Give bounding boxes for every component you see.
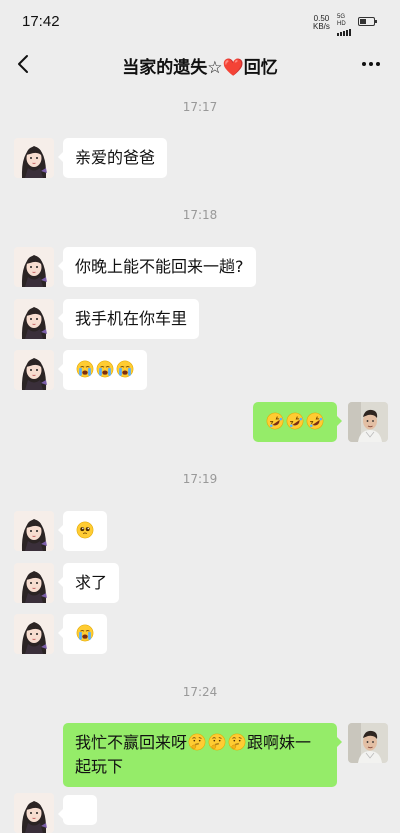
message-bubble[interactable]: 你晚上能不能回来一趟?: [58, 247, 256, 287]
message-bubble[interactable]: [58, 511, 107, 551]
pleading-face-icon: [76, 521, 94, 539]
message-bubble[interactable]: [253, 402, 342, 442]
signal-icon: 5G HD: [337, 14, 355, 36]
avatar[interactable]: [14, 511, 54, 551]
message-text: 跟啊妹一: [247, 733, 312, 752]
message-bubble[interactable]: 求了: [57, 563, 120, 603]
avatar[interactable]: [14, 247, 54, 287]
message-bubble[interactable]: [58, 350, 147, 390]
avatar[interactable]: [14, 614, 54, 654]
avatar[interactable]: [14, 299, 54, 339]
message-bubble[interactable]: 我忙不赢回来呀 跟啊妹一起玩下: [63, 723, 342, 787]
avatar[interactable]: [14, 138, 54, 178]
network-speed: 0.50 KB/s: [313, 15, 330, 31]
timestamp: 17:19: [182, 472, 218, 486]
message-text: 我手机在你车里: [75, 309, 188, 328]
avatar[interactable]: [348, 723, 388, 763]
thinking-face-icon: [208, 733, 226, 751]
rolling-laughing-icon: [306, 412, 324, 430]
loudly-crying-icon: [96, 360, 114, 378]
avatar[interactable]: [14, 350, 54, 390]
chat-title: 当家的遗失☆❤️回忆: [122, 58, 278, 78]
loudly-crying-icon: [76, 360, 94, 378]
avatar[interactable]: [348, 402, 388, 442]
message-text: 起玩下: [75, 757, 124, 776]
loudly-crying-icon: [116, 360, 134, 378]
chevron-left-icon[interactable]: [12, 52, 36, 76]
message-bubble[interactable]: [58, 795, 97, 825]
avatar[interactable]: [14, 563, 54, 603]
rolling-laughing-icon: [286, 412, 304, 430]
message-bubble[interactable]: [58, 614, 107, 654]
timestamp: 17:24: [182, 685, 218, 699]
message-text: 求了: [75, 573, 108, 592]
message-text: 我忙不赢回来呀: [75, 733, 188, 752]
more-horizontal-icon[interactable]: [356, 52, 386, 76]
message-bubble[interactable]: 亲爱的爸爸: [57, 138, 168, 178]
message-text: 亲爱的爸爸: [75, 148, 156, 167]
battery-icon: [358, 17, 377, 26]
timestamp: 17:18: [182, 208, 218, 222]
thinking-face-icon: [228, 733, 246, 751]
status-bar: 17:42 0.50 KB/s 5G HD: [0, 0, 400, 44]
avatar[interactable]: [14, 793, 54, 833]
network-type: 5G HD: [337, 14, 346, 27]
chat-header: 当家的遗失☆❤️回忆: [0, 44, 400, 86]
timestamp: 17:17: [182, 100, 218, 114]
loudly-crying-icon: [76, 624, 94, 642]
message-bubble[interactable]: 我手机在你车里: [57, 299, 200, 339]
rolling-laughing-icon: [266, 412, 284, 430]
status-time: 17:42: [22, 13, 60, 30]
network-speed-unit: KB/s: [313, 22, 330, 31]
message-text: 你晚上能不能回来一趟?: [75, 257, 244, 276]
thinking-face-icon: [188, 733, 206, 751]
